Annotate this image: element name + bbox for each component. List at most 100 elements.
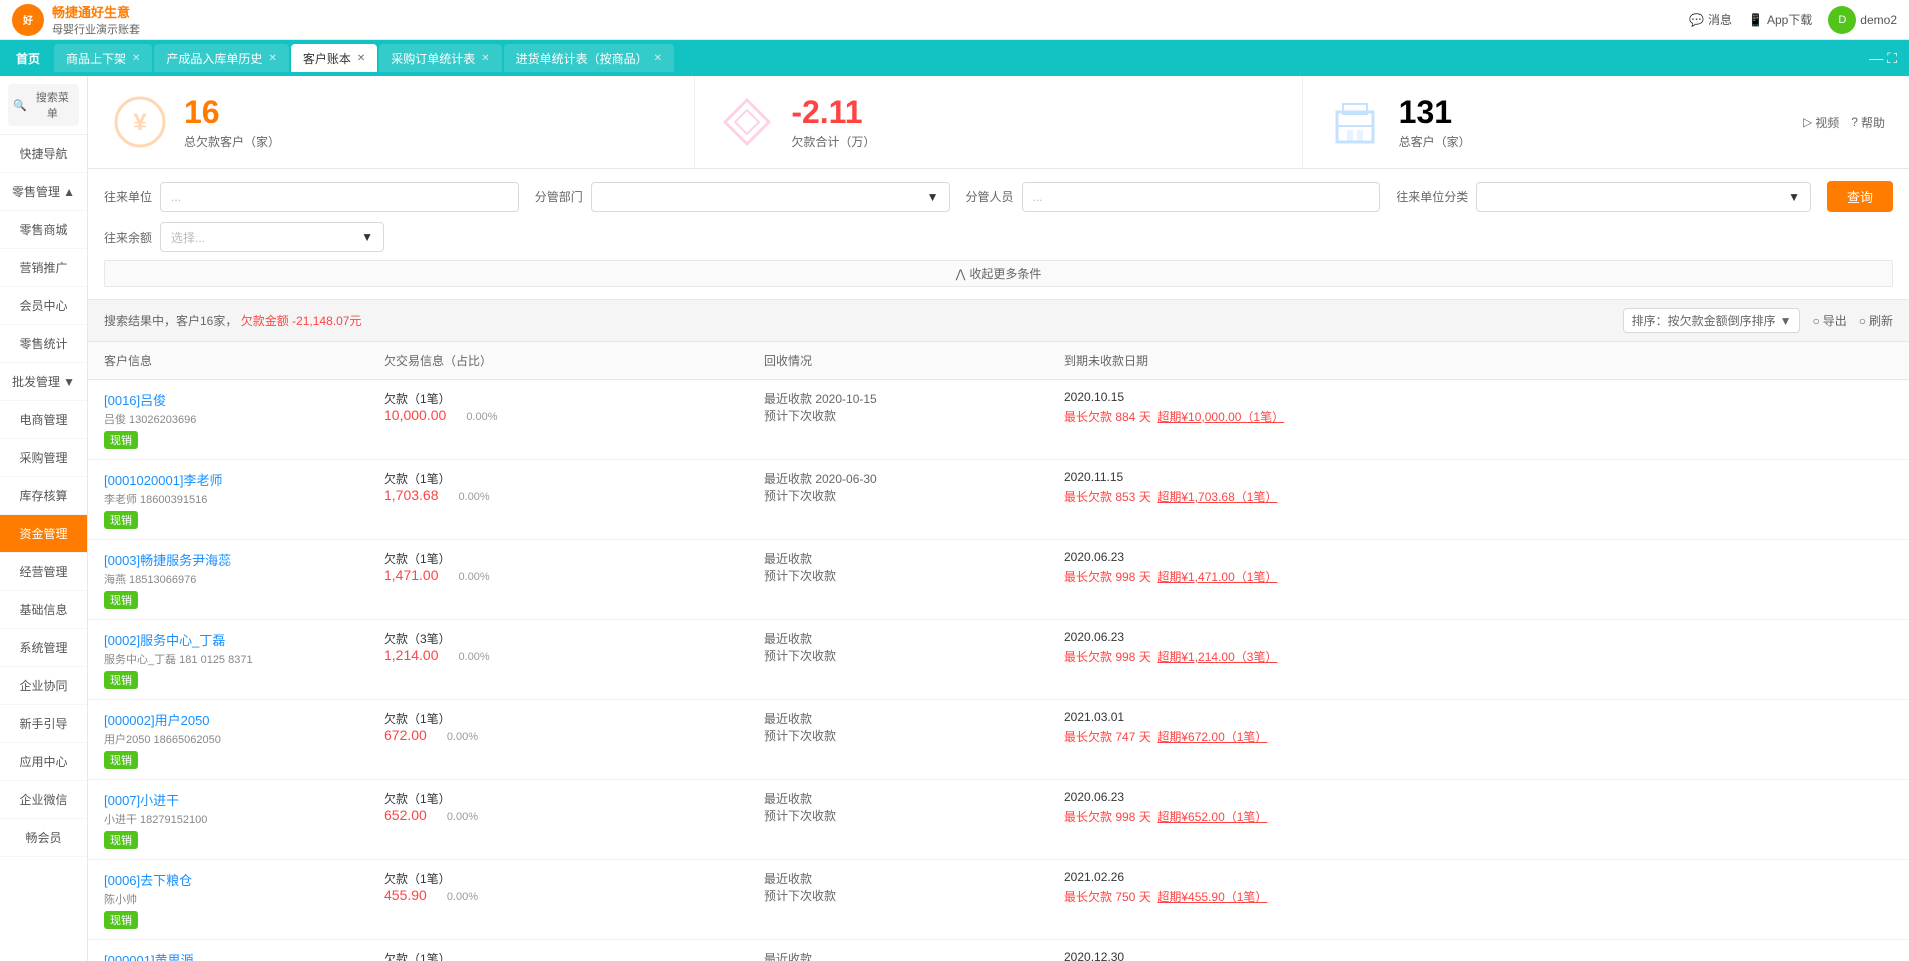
customer-name-link[interactable]: [0007]小进干: [104, 793, 179, 808]
result-info: 搜索结果中，客户16家， 欠款金额 -21,148.07元: [104, 312, 361, 329]
sidebar-item-enterprise-collab[interactable]: 企业协同: [0, 667, 87, 705]
sidebar-item-finance[interactable]: 资金管理: [0, 515, 87, 553]
customer-tag: 现销: [104, 751, 138, 769]
tab-product-history[interactable]: 产成品入库单历史 ✕: [154, 44, 288, 72]
close-icon[interactable]: ✕: [357, 53, 365, 64]
sidebar-item-marketing[interactable]: 营销推广: [0, 249, 87, 287]
sidebar-item-retail-mgmt[interactable]: 零售管理 ▲: [0, 173, 87, 211]
sidebar-item-system[interactable]: 系统管理: [0, 629, 87, 667]
refresh-btn[interactable]: ○ 刷新: [1859, 312, 1893, 329]
filter-unit-category: 往来单位分类 ▼: [1396, 182, 1811, 212]
overdue-amount-link[interactable]: 超期¥1,214.00（3笔）: [1157, 650, 1277, 664]
close-icon[interactable]: ✕: [481, 53, 489, 64]
due-date: 2020.10.15: [1064, 390, 1893, 404]
tab-home[interactable]: 首页: [4, 44, 52, 72]
help-btn[interactable]: ? 帮助: [1851, 114, 1885, 131]
sidebar-item-inventory[interactable]: 库存核算: [0, 477, 87, 515]
sidebar-item-batch-mgmt[interactable]: 批发管理 ▼: [0, 363, 87, 401]
due-date: 2021.03.01: [1064, 710, 1893, 724]
next-collection: 预计下次收款: [764, 727, 1032, 744]
due-date-cell: 2020.10.15 最长欠款 884 天 超期¥10,000.00（1笔）: [1048, 380, 1909, 460]
sidebar-item-purchase-mgmt[interactable]: 采购管理: [0, 439, 87, 477]
department-select[interactable]: ▼: [591, 182, 950, 212]
debt-count: 欠款（1笔）: [384, 870, 732, 887]
sidebar-item-app-center[interactable]: 应用中心: [0, 743, 87, 781]
tab-product-shelf[interactable]: 商品上下架 ✕: [54, 44, 152, 72]
customer-name-link[interactable]: [0016]吕俊: [104, 393, 166, 408]
close-icon[interactable]: ✕: [268, 53, 276, 64]
sidebar-item-operations[interactable]: 经营管理: [0, 553, 87, 591]
user-avatar[interactable]: D demo2: [1828, 6, 1897, 34]
close-icon[interactable]: ✕: [654, 53, 662, 64]
close-icon[interactable]: ✕: [132, 53, 140, 64]
last-collection: 最近收款 2020-06-30: [764, 470, 1032, 487]
sidebar-item-member-center[interactable]: 会员中心: [0, 287, 87, 325]
manager-input[interactable]: ...: [1022, 182, 1381, 212]
overdue-amount-link[interactable]: 超期¥10,000.00（1笔）: [1157, 410, 1284, 424]
customer-contact: 用户2050 18665062050: [104, 731, 352, 747]
customer-contact: 海燕 18513066976: [104, 571, 352, 587]
unit-category-select[interactable]: ▼: [1476, 182, 1811, 212]
sidebar-item-retail-mall[interactable]: 零售商城: [0, 211, 87, 249]
filter-source-unit: 往来单位 ...: [104, 182, 519, 212]
debt-percent: 0.00%: [466, 411, 497, 423]
col-debt-info: 欠交易信息（占比）: [368, 342, 748, 380]
overdue-amount-link[interactable]: 超期¥1,703.68（1笔）: [1157, 490, 1277, 504]
source-unit-input[interactable]: ...: [160, 182, 519, 212]
last-collection: 最近收款 2020-10-15: [764, 390, 1032, 407]
tab-bar: 首页 商品上下架 ✕ 产成品入库单历史 ✕ 客户账本 ✕ 采购订单统计表 ✕ 进…: [0, 40, 1909, 76]
customer-name-link[interactable]: [0001020001]李老师: [104, 473, 223, 488]
stat-card-overdue-customers: ¥ 16 总欠款客户（家）: [88, 76, 695, 168]
overdue-amount-link[interactable]: 超期¥455.90（1笔）: [1157, 890, 1267, 904]
sidebar-item-enterprise-wechat[interactable]: 企业微信: [0, 781, 87, 819]
sidebar-item-basic-info[interactable]: 基础信息: [0, 591, 87, 629]
app-download-btn[interactable]: 📱 App下载: [1748, 11, 1812, 28]
top-bar: 好 畅捷通好生意 母婴行业演示账套 💬 消息 📱 App下载 D demo2: [0, 0, 1909, 40]
sidebar-item-newbie[interactable]: 新手引导: [0, 705, 87, 743]
sidebar-item-retail-stats[interactable]: 零售统计: [0, 325, 87, 363]
logo-area: 好 畅捷通好生意 母婴行业演示账套: [12, 2, 140, 37]
collapse-btn[interactable]: ⋀ 收起更多条件: [104, 260, 1893, 287]
last-collection: 最近收款: [764, 550, 1032, 567]
sidebar-search: 🔍 搜索菜单: [0, 76, 87, 135]
overdue-info: 最长欠款 998 天 超期¥652.00（1笔）: [1064, 808, 1893, 825]
minimize-icon[interactable]: —: [1869, 50, 1883, 66]
customer-tag: 现销: [104, 431, 138, 449]
col-due-date: 到期未收款日期: [1048, 342, 1909, 380]
tab-purchase-summary[interactable]: 采购订单统计表 ✕: [379, 44, 501, 72]
phone-icon: 📱: [1748, 13, 1763, 27]
sidebar-item-ecommerce[interactable]: 电商管理: [0, 401, 87, 439]
customer-name-link[interactable]: [0003]畅捷服务尹海蕊: [104, 553, 231, 568]
maximize-icon[interactable]: ⛶: [1887, 50, 1897, 67]
debt-amount: 1,703.68: [384, 487, 439, 503]
export-btn[interactable]: ○ 导出: [1812, 312, 1846, 329]
tab-purchase-goods[interactable]: 进货单统计表（按商品） ✕: [504, 44, 674, 72]
search-menu-btn[interactable]: 🔍 搜索菜单: [8, 84, 79, 126]
overdue-info: 最长欠款 853 天 超期¥1,703.68（1笔）: [1064, 488, 1893, 505]
video-btn[interactable]: ▷ 视频: [1803, 114, 1839, 131]
overdue-amount-link[interactable]: 超期¥672.00（1笔）: [1157, 730, 1267, 744]
sidebar-item-quicknav[interactable]: 快捷导航: [0, 135, 87, 173]
search-button[interactable]: 查询: [1827, 181, 1893, 212]
customer-name-link[interactable]: [0002]服务中心_丁磊: [104, 633, 225, 648]
customer-info-cell: [0001020001]李老师 李老师 18600391516 现销: [88, 460, 368, 540]
customer-name-link[interactable]: [000001]黄思源: [104, 953, 194, 961]
balance-select[interactable]: 选择... ▼: [160, 222, 384, 252]
customer-info-cell: [000002]用户2050 用户2050 18665062050 现销: [88, 700, 368, 780]
tab-customer-account[interactable]: 客户账本 ✕: [291, 44, 377, 72]
overdue-amount-link[interactable]: 超期¥1,471.00（1笔）: [1157, 570, 1277, 584]
customer-name-link[interactable]: [0006]去下粮仓: [104, 873, 192, 888]
overdue-amount-link[interactable]: 超期¥652.00（1笔）: [1157, 810, 1267, 824]
due-date: 2020.06.23: [1064, 550, 1893, 564]
tab-controls: — ⛶: [1861, 50, 1905, 67]
sidebar-item-member-plus[interactable]: 畅会员: [0, 819, 87, 857]
due-date: 2020.06.23: [1064, 630, 1893, 644]
unit-category-label: 往来单位分类: [1396, 188, 1468, 205]
customer-tag: 现销: [104, 671, 138, 689]
message-btn[interactable]: 💬 消息: [1689, 11, 1732, 28]
table-row: [000001]黄思源 黄思源 13552700226 现销 欠款（1笔） 42…: [88, 940, 1909, 961]
sort-select[interactable]: 排序：按欠款金额倒序排序 ▼: [1623, 308, 1801, 333]
debt-percent: 0.00%: [447, 891, 478, 903]
customer-name-link[interactable]: [000002]用户2050: [104, 713, 210, 728]
chevron-down-icon: ▼: [1780, 314, 1792, 328]
